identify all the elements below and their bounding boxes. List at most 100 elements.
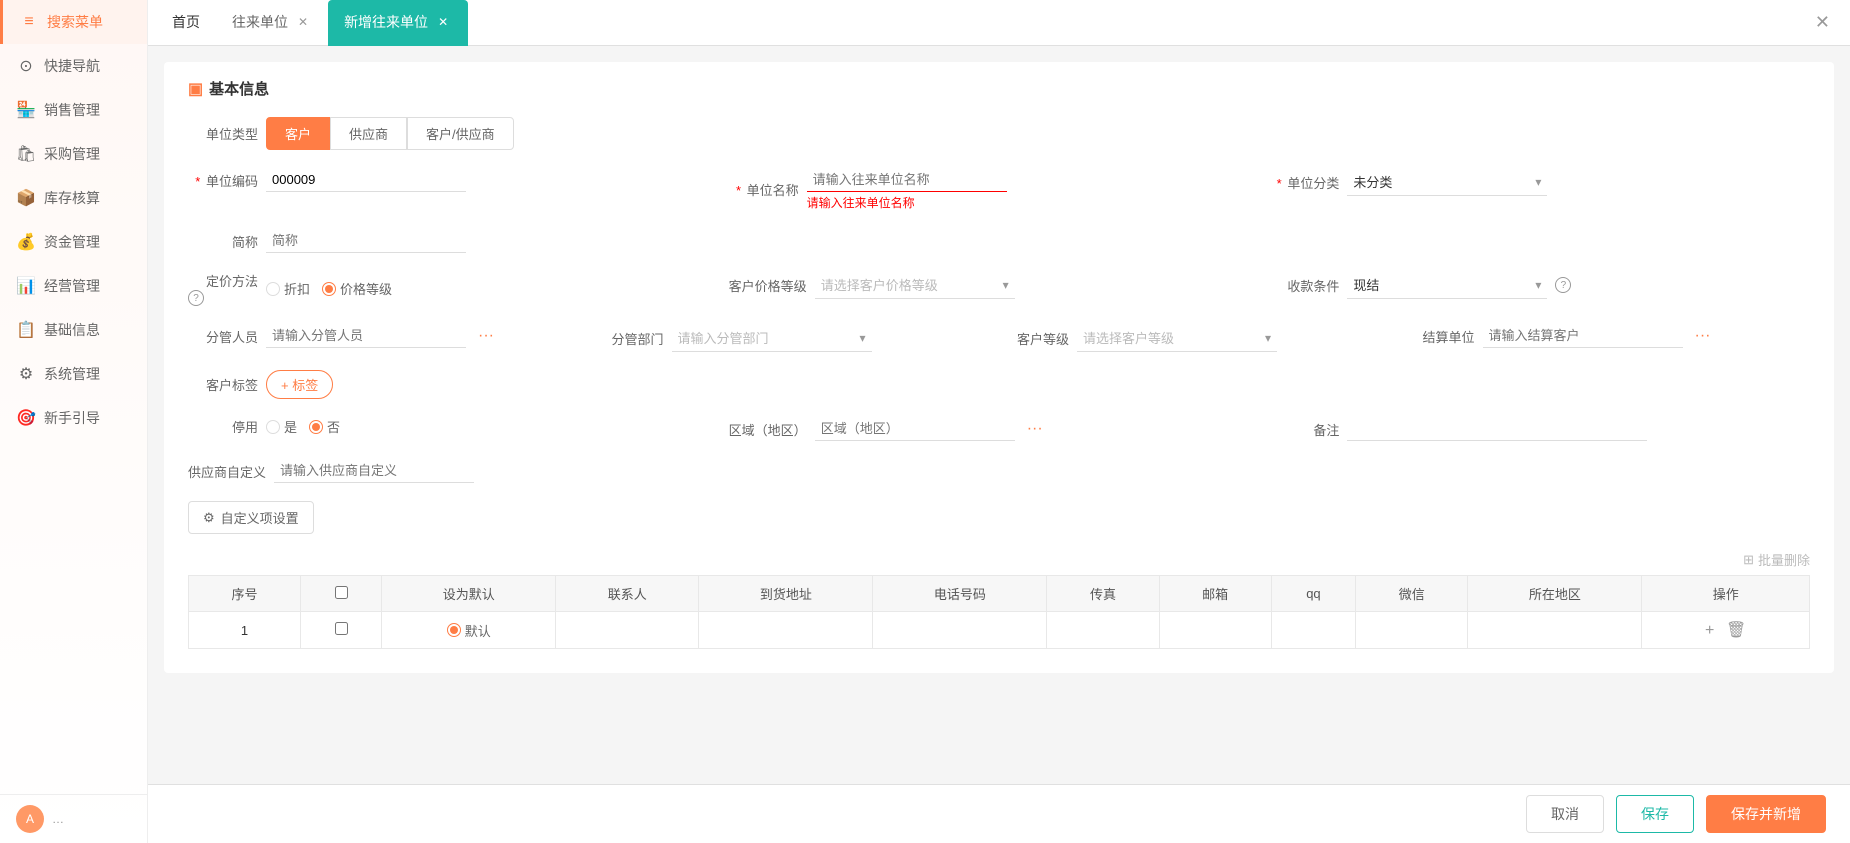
radio-discount[interactable]: 折扣: [266, 279, 310, 298]
sidebar-item-management[interactable]: 📊 经营管理: [0, 264, 147, 308]
type-btn-both[interactable]: 客户/供应商: [407, 117, 514, 150]
sidebar-item-system[interactable]: ⚙ 系统管理: [0, 352, 147, 396]
select-all-checkbox[interactable]: [335, 586, 348, 599]
form-item-manager: 分管人员 ···: [188, 324, 594, 348]
tab-bar: 首页 往来单位 ✕ 新增往来单位 ✕ ✕: [148, 0, 1850, 46]
manager-ellipsis-icon[interactable]: ···: [474, 327, 498, 345]
customer-tag-label: 客户标签: [188, 375, 258, 394]
sidebar-item-finance[interactable]: 💰 资金管理: [0, 220, 147, 264]
type-btn-supplier[interactable]: 供应商: [330, 117, 407, 150]
cell-action: + 🗑: [1642, 612, 1810, 649]
form-item-tag: 客户标签 + 标签: [188, 370, 1810, 399]
payment-terms-select[interactable]: 现结 ▾: [1347, 271, 1547, 299]
guide-icon: 🎯: [16, 408, 36, 428]
manager-input[interactable]: [266, 324, 466, 348]
tab-counterparty[interactable]: 往来单位 ✕: [216, 0, 328, 46]
customer-level-select[interactable]: 请选择客户等级 ▾: [1077, 324, 1277, 352]
cell-fax: [1047, 612, 1159, 649]
unit-code-input[interactable]: [266, 168, 466, 192]
row-add-icon[interactable]: +: [1701, 622, 1718, 639]
cell-check: [301, 612, 382, 649]
pricing-help-icon[interactable]: ?: [188, 290, 204, 306]
form-row-pricing: 定价方法 ? 折扣 价格等级: [188, 271, 1810, 306]
settlement-label: 结算单位: [1405, 327, 1475, 346]
sidebar-item-quicknav[interactable]: ⊙ 快捷导航: [0, 44, 147, 88]
cancel-button[interactable]: 取消: [1526, 795, 1604, 833]
col-fax: 传真: [1047, 576, 1159, 612]
settlement-input[interactable]: [1483, 324, 1683, 348]
customer-price-select[interactable]: 请选择客户价格等级 ▾: [815, 271, 1015, 299]
form-item-supplier-custom: 供应商自定义: [188, 459, 1810, 483]
add-tag-button[interactable]: + 标签: [266, 370, 333, 399]
row-delete-icon[interactable]: 🗑: [1722, 622, 1750, 639]
home-icon: ⊙: [16, 56, 36, 76]
cell-address: [699, 612, 873, 649]
form-item-region: 区域（地区） ···: [729, 417, 1270, 441]
basic-icon: 📋: [16, 320, 36, 340]
abbr-input[interactable]: [266, 229, 466, 253]
unit-category-label: * 单位分类: [1269, 173, 1339, 192]
form-row-codes: * 单位编码 * 单位名称 请输入往来单位名称: [188, 168, 1810, 211]
batch-delete-icon: ⊞: [1743, 552, 1754, 568]
gear-icon: ⚙: [203, 510, 215, 526]
batch-delete-label[interactable]: 批量删除: [1758, 550, 1810, 569]
manager-label: 分管人员: [188, 327, 258, 346]
sidebar: ≡ 搜索菜单 ⊙ 快捷导航 🏪 销售管理 🛍 采购管理 📦 库存核算 💰 资金管…: [0, 0, 148, 843]
main-area: 首页 往来单位 ✕ 新增往来单位 ✕ ✕ ▣ 基本信息 单位类型 客户: [148, 0, 1850, 843]
save-button[interactable]: 保存: [1616, 795, 1694, 833]
unit-name-input[interactable]: [807, 168, 1007, 192]
tab-home[interactable]: 首页: [156, 0, 216, 46]
customer-price-arrow-icon: ▾: [1003, 278, 1009, 292]
region-ellipsis-icon[interactable]: ···: [1023, 420, 1047, 438]
unit-code-label: * 单位编码: [188, 171, 258, 190]
form-item-payment-terms: 收款条件 现结 ▾ ?: [1269, 271, 1810, 299]
custom-settings-button[interactable]: ⚙ 自定义项设置: [188, 501, 314, 534]
cell-no: 1: [189, 612, 301, 649]
region-input[interactable]: [815, 417, 1015, 441]
sidebar-item-inventory[interactable]: 📦 库存核算: [0, 176, 147, 220]
col-action: 操作: [1642, 576, 1810, 612]
tab-close-counterparty[interactable]: ✕: [294, 13, 312, 31]
sidebar-item-purchase[interactable]: 🛍 采购管理: [0, 132, 147, 176]
form-row-supplier-custom: 供应商自定义: [188, 459, 1810, 483]
radio-no-circle: [309, 420, 323, 434]
form-row-manager: 分管人员 ··· 分管部门 请输入分管部门 ▾ 客户等级 请选择客户等级 ▾: [188, 324, 1810, 352]
category-arrow-icon: ▾: [1535, 175, 1541, 189]
tab-new-counterparty[interactable]: 新增往来单位 ✕: [328, 0, 468, 46]
col-qq: qq: [1271, 576, 1356, 612]
cell-email: [1159, 612, 1271, 649]
radio-price-level[interactable]: 价格等级: [322, 279, 392, 298]
unit-category-select[interactable]: 未分类 ▾: [1347, 168, 1547, 196]
tab-close-new[interactable]: ✕: [434, 13, 452, 31]
sidebar-item-sales[interactable]: 🏪 销售管理: [0, 88, 147, 132]
window-close-icon[interactable]: ✕: [1803, 12, 1842, 33]
radio-level-dot: [325, 285, 333, 293]
remark-input[interactable]: [1347, 417, 1647, 441]
dept-arrow-icon: ▾: [859, 331, 865, 345]
form-item-abbr: 简称: [188, 229, 1810, 253]
batch-delete-row: ⊞ 批量删除: [188, 550, 1810, 569]
col-check: [301, 576, 382, 612]
form-item-unit-name: * 单位名称 请输入往来单位名称: [729, 168, 1270, 211]
radio-no[interactable]: 否: [309, 417, 340, 436]
contact-table: 序号 设为默认 联系人 到货地址 电话号码 传真 邮箱 qq 微信 所在地区 操…: [188, 575, 1810, 649]
pricing-radio-group: 折扣 价格等级: [266, 279, 392, 298]
row-checkbox[interactable]: [335, 622, 348, 635]
sidebar-item-basic[interactable]: 📋 基础信息: [0, 308, 147, 352]
cell-contact: [556, 612, 699, 649]
row-default-radio[interactable]: 默认: [392, 621, 545, 640]
settlement-ellipsis-icon[interactable]: ···: [1691, 327, 1715, 345]
col-wechat: 微信: [1356, 576, 1468, 612]
save-new-button[interactable]: 保存并新增: [1706, 795, 1826, 833]
payment-help-icon[interactable]: ?: [1555, 277, 1571, 293]
dept-select[interactable]: 请输入分管部门 ▾: [672, 324, 872, 352]
basic-info-card: ▣ 基本信息 单位类型 客户 供应商 客户/供应商 *: [164, 62, 1834, 673]
sidebar-bottom: A …: [0, 794, 147, 843]
sidebar-item-guide[interactable]: 🎯 新手引导: [0, 396, 147, 440]
sidebar-item-search[interactable]: ≡ 搜索菜单: [0, 0, 147, 44]
type-btn-customer[interactable]: 客户: [266, 117, 330, 150]
avatar: A: [16, 805, 44, 833]
supplier-custom-input[interactable]: [274, 459, 474, 483]
radio-yes[interactable]: 是: [266, 417, 297, 436]
inventory-icon: 📦: [16, 188, 36, 208]
